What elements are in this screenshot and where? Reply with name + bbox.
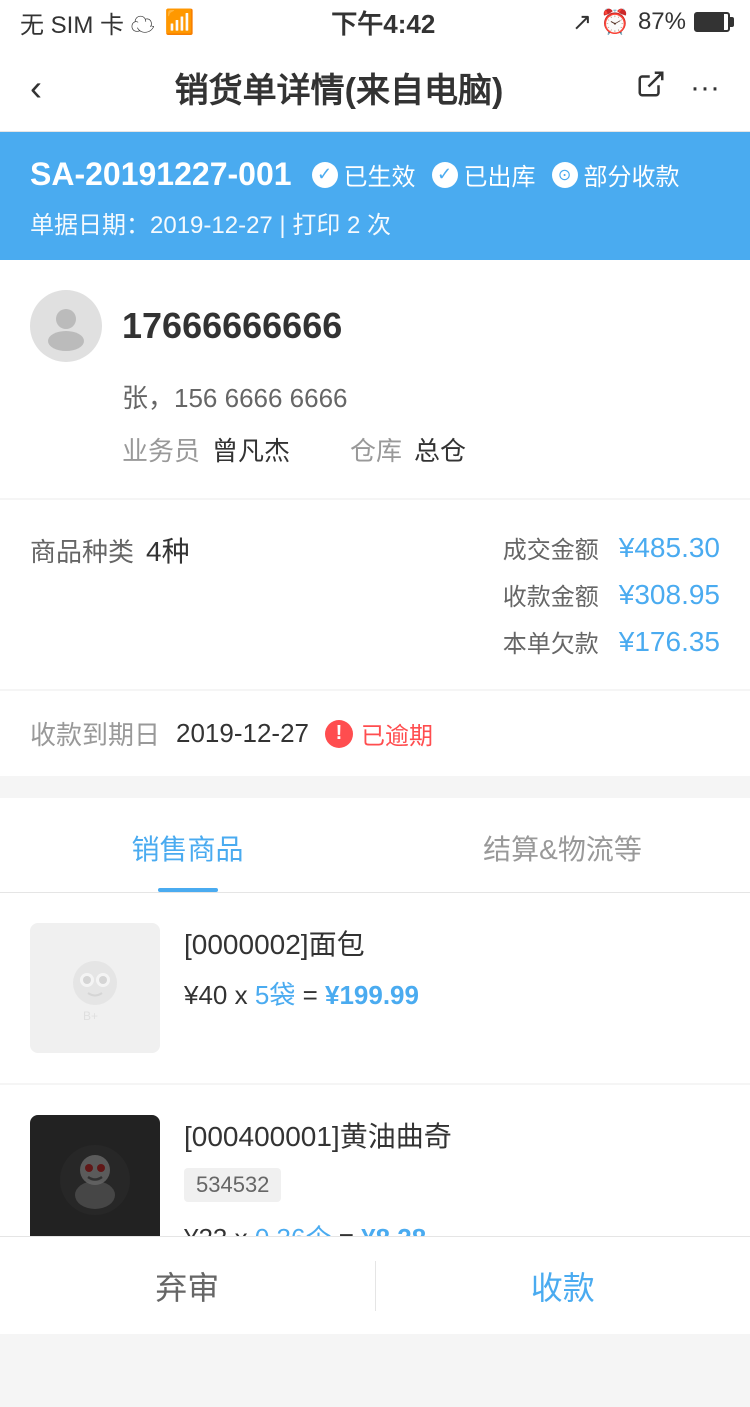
status-time: 下午4:42 <box>331 4 435 41</box>
tab-settlement-label: 结算&物流等 <box>483 834 642 865</box>
badge-partial: ⊙ 部分收款 <box>552 157 680 192</box>
status-left: 无 SIM 卡 ☁ 📶 <box>20 5 195 40</box>
overdue-badge: ! 已逾期 <box>325 716 433 751</box>
product-tag-2: 534532 <box>184 1168 281 1202</box>
alarm-icon: ⏰ <box>600 8 630 37</box>
badge-partial-label: 部分收款 <box>584 157 680 192</box>
badge-shipped: ✓ 已出库 <box>432 157 536 192</box>
product-total-1: ¥199.99 <box>325 980 419 1010</box>
due-section: 收款到期日 2019-12-27 ! 已逾期 <box>0 691 750 776</box>
salesperson-meta: 业务员 曾凡杰 <box>122 431 290 468</box>
product-info-2: [000400001]黄油曲奇 534532 ¥23 x 0.36个 = ¥8.… <box>184 1115 720 1255</box>
list-item: B+ [0000002]面包 ¥40 x 5袋 = ¥199.99 <box>0 893 750 1083</box>
clock-icon: ⊙ <box>552 162 578 188</box>
tab-sales-products-label: 销售商品 <box>131 834 243 865</box>
status-bar: 无 SIM 卡 ☁ 📶 下午4:42 ↗ ⏰ 87% <box>0 0 750 44</box>
no-sim-label: 无 SIM 卡 ☁ <box>20 5 155 40</box>
wifi-icon: 📶 <box>165 8 195 37</box>
product-info-1: [0000002]面包 ¥40 x 5袋 = ¥199.99 <box>184 923 720 1012</box>
customer-meta: 业务员 曾凡杰 仓库 总仓 <box>30 431 720 468</box>
abandon-button[interactable]: 弃审 <box>0 1237 375 1334</box>
share-icon[interactable] <box>636 69 666 107</box>
tab-settlement[interactable]: 结算&物流等 <box>375 798 750 892</box>
customer-contact: 张，156 6666 6666 <box>30 378 720 415</box>
check-icon-1: ✓ <box>312 162 338 188</box>
summary-section: 商品种类 4种 成交金额 ¥485.30 收款金额 ¥308.95 本单欠款 ¥… <box>0 500 750 689</box>
product-list: B+ [0000002]面包 ¥40 x 5袋 = ¥199.99 <box>0 893 750 1285</box>
collect-button[interactable]: 收款 <box>376 1237 750 1334</box>
collect-amount-value: ¥308.95 <box>619 579 720 611</box>
category-count: 4种 <box>146 530 190 570</box>
badge-shipped-label: 已出库 <box>464 157 536 192</box>
deal-amount-value: ¥485.30 <box>619 532 720 564</box>
salesperson-label: 业务员 <box>122 431 200 468</box>
deal-amount-label: 成交金额 <box>503 530 599 565</box>
overdue-icon: ! <box>325 720 353 748</box>
product-price-1: ¥40 x 5袋 = ¥199.99 <box>184 975 720 1012</box>
deal-amount-row: 成交金额 ¥485.30 <box>503 530 720 565</box>
badge-activated: ✓ 已生效 <box>312 157 416 192</box>
warehouse-meta: 仓库 总仓 <box>350 431 466 468</box>
battery-icon <box>694 12 730 32</box>
due-label: 收款到期日 <box>30 715 160 752</box>
header-sub-info: 单据日期：2019-12-27 | 打印 2 次 <box>30 205 720 240</box>
collect-amount-label: 收款金额 <box>503 577 599 612</box>
badge-activated-label: 已生效 <box>344 157 416 192</box>
avatar <box>30 290 102 362</box>
location-icon: ↗ <box>572 8 592 37</box>
collect-amount-row: 收款金额 ¥308.95 <box>503 577 720 612</box>
product-name-2: [000400001]黄油曲奇 <box>184 1115 720 1155</box>
amounts: 成交金额 ¥485.30 收款金额 ¥308.95 本单欠款 ¥176.35 <box>503 530 720 659</box>
customer-phone: 17666666666 <box>122 305 342 347</box>
salesperson-value: 曾凡杰 <box>212 431 290 468</box>
tabs: 销售商品 结算&物流等 <box>0 798 750 893</box>
owed-amount-label: 本单欠款 <box>503 624 599 659</box>
nav-actions: ··· <box>636 69 720 107</box>
status-right: ↗ ⏰ 87% <box>572 8 730 37</box>
page-title: 销货单详情(来自电脑) <box>175 63 504 112</box>
product-base-price-1: ¥40 <box>184 980 227 1010</box>
status-badges: ✓ 已生效 ✓ 已出库 ⊙ 部分收款 <box>312 157 680 192</box>
check-icon-2: ✓ <box>432 162 458 188</box>
header-banner: SA-20191227-001 ✓ 已生效 ✓ 已出库 ⊙ 部分收款 单据日期：… <box>0 132 750 260</box>
owed-amount-row: 本单欠款 ¥176.35 <box>503 624 720 659</box>
tabs-spacer <box>0 778 750 798</box>
product-image-2 <box>30 1115 160 1245</box>
category-label: 商品种类 <box>30 532 134 569</box>
order-number: SA-20191227-001 <box>30 156 292 193</box>
tab-sales-products[interactable]: 销售商品 <box>0 798 375 892</box>
nav-bar: ‹ 销货单详情(来自电脑) ··· <box>0 44 750 132</box>
due-date: 2019-12-27 <box>176 718 309 749</box>
warehouse-label: 仓库 <box>350 431 402 468</box>
back-button[interactable]: ‹ <box>30 67 42 109</box>
battery-label: 87% <box>638 8 686 36</box>
product-image-1: B+ <box>30 923 160 1053</box>
bottom-bar: 弃审 收款 <box>0 1236 750 1334</box>
owed-amount-value: ¥176.35 <box>619 626 720 658</box>
product-name-1: [0000002]面包 <box>184 923 720 963</box>
more-icon[interactable]: ··· <box>690 71 720 105</box>
svg-text:B+: B+ <box>83 1009 98 1023</box>
product-qty-1: 5袋 <box>255 980 295 1010</box>
customer-section: 17666666666 张，156 6666 6666 业务员 曾凡杰 仓库 总… <box>0 260 750 498</box>
warehouse-value: 总仓 <box>414 431 466 468</box>
overdue-label: 已逾期 <box>361 716 433 751</box>
